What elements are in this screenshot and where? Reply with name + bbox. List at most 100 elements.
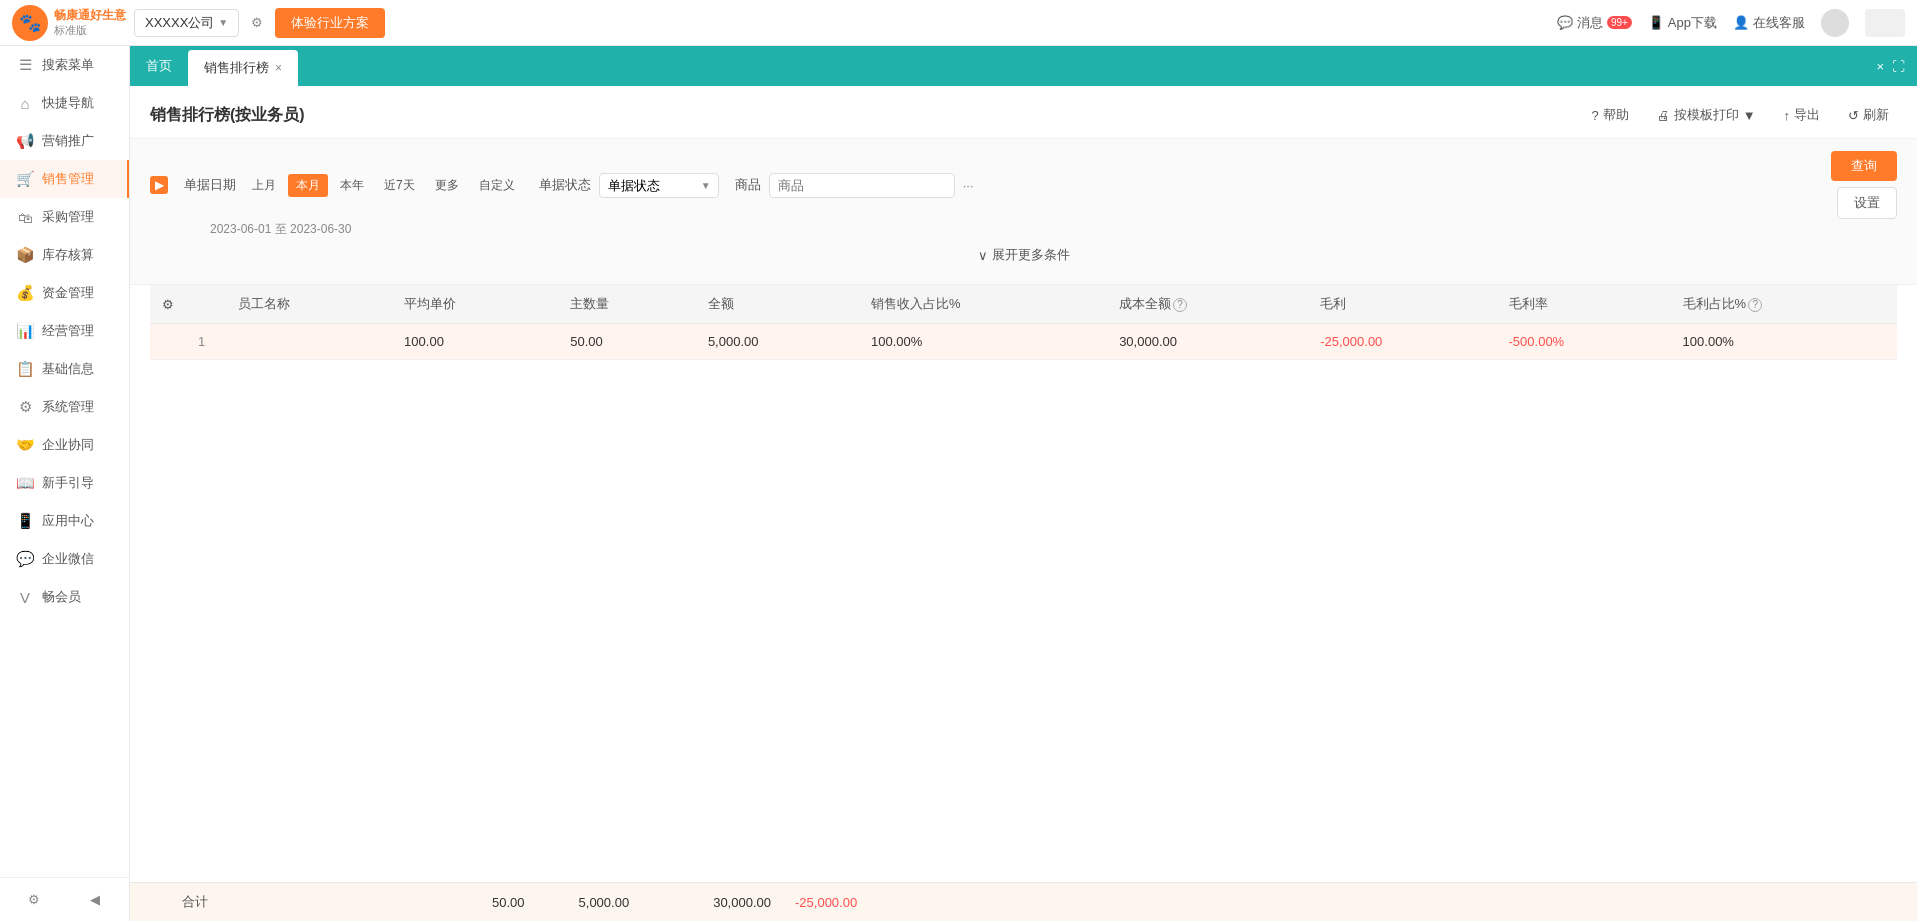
goods-input[interactable] [769,173,955,198]
tab-expand-icon[interactable]: ⛶ [1892,59,1905,74]
footer-amount: 5,000.00 [567,895,642,910]
logo-version: 标准版 [54,23,126,37]
print-button[interactable]: 🖨 按模板打印 ▼ [1649,102,1764,128]
logo-text: 畅康通好生意 标准版 [54,8,126,38]
sidebar-collapse-button[interactable]: ◀ [69,886,122,913]
user-name-display [1865,9,1905,37]
row-profit: -25,000.00 [1308,324,1496,360]
col-name: 员工名称 [226,285,392,324]
date-tab-custom[interactable]: 自定义 [471,174,523,197]
query-button[interactable]: 查询 [1831,151,1897,181]
sidebar-item-purchase[interactable]: 🛍 采购管理 [0,198,129,236]
sidebar-label-system: 系统管理 [42,398,94,416]
tab-close-icon[interactable]: × [275,61,282,75]
topbar-settings-icon[interactable]: ⚙ [247,11,267,34]
sidebar-icon-enterprise-collab: 🤝 [16,436,34,454]
sidebar-item-system[interactable]: ⚙ 系统管理 [0,388,129,426]
message-button[interactable]: 💬 消息 99+ [1557,14,1632,32]
sidebar-item-enterprise-collab[interactable]: 🤝 企业协同 [0,426,129,464]
sidebar-settings-button[interactable]: ⚙ [8,886,61,913]
col-cost: 成本全额? [1107,285,1308,324]
sidebar-item-search-order[interactable]: ☰ 搜索菜单 [0,46,129,84]
service-icon: 👤 [1733,15,1749,30]
sidebar-label-inventory: 库存核算 [42,246,94,264]
col-profit: 毛利 [1308,285,1496,324]
avatar[interactable] [1821,9,1849,37]
sidebar-item-app-center[interactable]: 📱 应用中心 [0,502,129,540]
sidebar-item-basic-info[interactable]: 📋 基础信息 [0,350,129,388]
tab-bar-actions: × ⛶ [1876,59,1917,74]
sidebar-icon-finance: 💰 [16,284,34,302]
status-filter-label: 单据状态 [539,176,591,194]
row-settings[interactable] [150,324,186,360]
filter-collapse-button[interactable]: ▶ [150,176,168,194]
sidebar-item-quick-nav[interactable]: ⌂ 快捷导航 [0,84,129,122]
refresh-button[interactable]: ↺ 刷新 [1840,102,1897,128]
print-label: 按模板打印 [1674,106,1739,124]
expand-icon: ∨ [978,248,988,263]
filter-area: ▶ 单据日期 上月 本月 本年 近7天 更多 自定义 [130,139,1917,285]
row-sales-pct: 100.00% [859,324,1107,360]
export-button[interactable]: ↑ 导出 [1776,102,1829,128]
sidebar-icon-enterprise-wechat: 💬 [16,550,34,568]
sidebar-icon-inventory: 📦 [16,246,34,264]
sidebar-icon-operations: 📊 [16,322,34,340]
sidebar-item-operations[interactable]: 📊 经营管理 [0,312,129,350]
refresh-label: 刷新 [1863,106,1889,124]
expand-more-conditions[interactable]: ∨ 展开更多条件 [150,238,1897,272]
date-tab-current-month[interactable]: 本月 [288,174,328,197]
table-header-row: ⚙ 员工名称 平均单价 主数量 全额 销售收入占比% 成本全额? 毛利 [150,285,1897,324]
chevron-down-icon: ▼ [218,17,228,28]
expand-more-label: 展开更多条件 [992,246,1070,264]
help-button[interactable]: ? 帮助 [1583,102,1636,128]
cost-info-icon[interactable]: ? [1173,298,1187,312]
app-download-icon: 📱 [1648,15,1664,30]
row-profit-pct: 100.00% [1671,324,1897,360]
date-tab-more[interactable]: 更多 [427,174,467,197]
footer-profit: -25,000.00 [783,895,869,910]
date-tabs: 上月 本月 本年 近7天 更多 自定义 [244,174,523,197]
app-download-button[interactable]: 📱 App下载 [1648,14,1717,32]
page-header: 销售排行榜(按业务员) ? 帮助 🖨 按模板打印 ▼ ↑ [130,86,1917,139]
sidebar-label-search-order: 搜索菜单 [42,56,94,74]
sidebar-item-sales[interactable]: 🛒 销售管理 [0,160,129,198]
goods-more-icon[interactable]: ··· [963,178,974,193]
home-tab-label: 首页 [146,57,172,75]
row-amount: 5,000.00 [696,324,859,360]
footer-qty: 50.00 [480,895,537,910]
sidebar-label-operations: 经营管理 [42,322,94,340]
profit-pct-info-icon[interactable]: ? [1748,298,1762,312]
sidebar-item-inventory[interactable]: 📦 库存核算 [0,236,129,274]
sidebar-label-enterprise-wechat: 企业微信 [42,550,94,568]
export-label: 导出 [1794,106,1820,124]
sidebar-label-app-center: 应用中心 [42,512,94,530]
row-profit-rate: -500.00% [1497,324,1671,360]
online-service-button[interactable]: 👤 在线客服 [1733,14,1805,32]
company-selector[interactable]: XXXXX公司 ▼ [134,9,239,37]
date-tab-prev-month[interactable]: 上月 [244,174,284,197]
date-tab-year[interactable]: 本年 [332,174,372,197]
tab-close-all-icon[interactable]: × [1876,59,1884,74]
sidebar-item-enterprise-wechat[interactable]: 💬 企业微信 [0,540,129,578]
message-badge: 99+ [1607,16,1632,29]
tab-sales-ranking[interactable]: 销售排行榜 × [188,50,298,86]
row-qty: 50.00 [558,324,696,360]
trial-button[interactable]: 体验行业方案 [275,8,385,38]
sidebar-item-member[interactable]: V 畅会员 [0,578,129,616]
online-service-label: 在线客服 [1753,14,1805,32]
tab-home[interactable]: 首页 [130,46,188,86]
sidebar-item-marketing[interactable]: 📢 营销推广 [0,122,129,160]
sidebar-item-finance[interactable]: 💰 资金管理 [0,274,129,312]
goods-filter: 商品 ··· [735,173,974,198]
col-settings[interactable]: ⚙ [150,285,186,324]
sidebar-icon-search-order: ☰ [16,56,34,74]
status-select[interactable]: 单据状态 [599,173,719,198]
print-chevron-icon: ▼ [1743,108,1756,123]
filter-settings-button[interactable]: 设置 [1837,187,1897,219]
row-name [226,324,392,360]
sidebar-item-beginner-guide[interactable]: 📖 新手引导 [0,464,129,502]
company-name: XXXXX公司 [145,14,214,32]
row-avg-price: 100.00 [392,324,558,360]
date-tab-7days[interactable]: 近7天 [376,174,423,197]
page-title: 销售排行榜(按业务员) [150,105,305,126]
